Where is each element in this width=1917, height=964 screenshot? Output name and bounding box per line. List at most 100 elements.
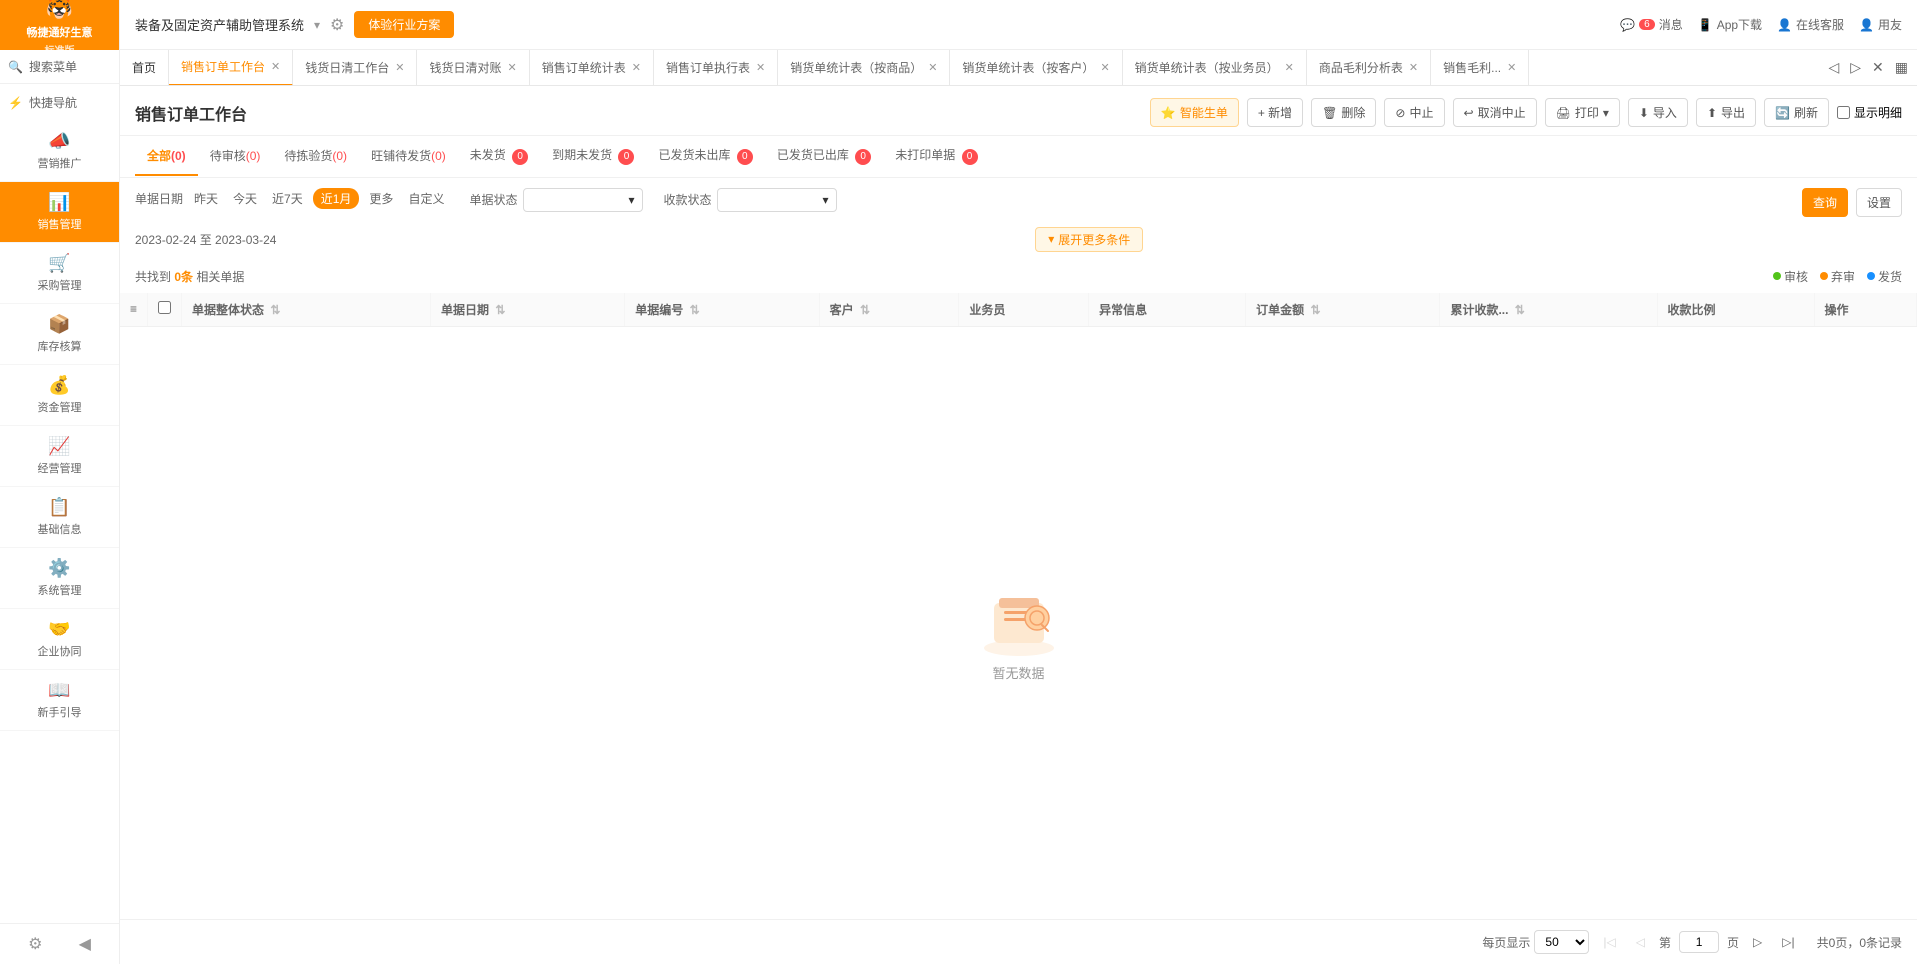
collapse-icon[interactable]: ◀ xyxy=(79,934,91,954)
tab-cash-reconcile[interactable]: 钱货日清对账 ✕ xyxy=(417,50,529,86)
sub-tab-all-label: 全部 xyxy=(147,149,171,163)
sidebar-item-operations[interactable]: 📈 经营管理 xyxy=(0,426,119,487)
app-download-item[interactable]: 📱 App下载 xyxy=(1698,16,1762,33)
cancel-stop-button[interactable]: ↩ 取消中止 xyxy=(1453,98,1537,127)
cancel-stop-icon: ↩ xyxy=(1464,106,1474,120)
show-detail-checkbox[interactable]: 显示明细 xyxy=(1837,104,1902,121)
quick-nav-label: 快捷导航 xyxy=(29,94,77,111)
tab-close-sales-workbench[interactable]: ✕ xyxy=(271,60,280,73)
tab-close-cash-reconcile[interactable]: ✕ xyxy=(508,61,517,74)
user-item[interactable]: 👤 用友 xyxy=(1859,16,1902,33)
sidebar-item-cooperation[interactable]: 🤝 企业协同 xyxy=(0,609,119,670)
per-page-selector: 每页显示 10 20 50 100 xyxy=(1482,930,1589,954)
next-page[interactable]: ▷ xyxy=(1747,932,1768,952)
online-service-item[interactable]: 👤 在线客服 xyxy=(1777,16,1844,33)
quick-nav[interactable]: ⚡ 快捷导航 xyxy=(0,84,119,121)
sub-tab-not-printed[interactable]: 未打印单据 0 xyxy=(883,136,989,177)
tab-sales-exec[interactable]: 销售订单执行表 ✕ xyxy=(654,50,778,86)
sub-tab-all[interactable]: 全部(0) xyxy=(135,137,198,176)
col-customer-sort[interactable]: ⇅ xyxy=(860,303,870,317)
show-detail-input[interactable] xyxy=(1837,106,1850,119)
col-status-sort[interactable]: ⇅ xyxy=(270,303,280,317)
message-item[interactable]: 💬 6 消息 xyxy=(1620,16,1683,33)
stop-button[interactable]: ⊘ 中止 xyxy=(1384,98,1444,127)
date-opt-1month[interactable]: 近1月 xyxy=(313,188,360,209)
date-opt-7days[interactable]: 近7天 xyxy=(267,188,308,209)
tab-sales-margin[interactable]: 销售毛利... ✕ xyxy=(1431,50,1529,86)
next-page-last[interactable]: ▷| xyxy=(1776,932,1800,952)
gear-icon[interactable]: ⚙ xyxy=(330,15,344,35)
tab-goods-stats[interactable]: 销货单统计表（按商品） ✕ xyxy=(778,50,950,86)
status-select[interactable]: ▾ xyxy=(523,188,643,212)
dropdown-arrow[interactable]: ▾ xyxy=(314,18,320,32)
sidebar-label-basics: 基础信息 xyxy=(38,521,82,537)
tab-close-sales-margin[interactable]: ✕ xyxy=(1507,61,1516,74)
export-icon: ⬆ xyxy=(1707,106,1717,120)
col-number-sort[interactable]: ⇅ xyxy=(690,303,700,317)
tab-margin-analysis[interactable]: 商品毛利分析表 ✕ xyxy=(1307,50,1431,86)
ship-action[interactable]: 发货 xyxy=(1867,268,1902,285)
tab-close-sales-stats[interactable]: ✕ xyxy=(632,61,641,74)
expand-conditions-btn[interactable]: ▾ 展开更多条件 xyxy=(1035,227,1143,252)
settings-icon[interactable]: ⚙ xyxy=(28,934,42,954)
export-button[interactable]: ⬆ 导出 xyxy=(1696,98,1756,127)
tab-close-staff-stats[interactable]: ✕ xyxy=(1285,61,1294,74)
audit-action[interactable]: 审核 xyxy=(1773,268,1808,285)
date-opt-custom[interactable]: 自定义 xyxy=(403,188,449,209)
industry-solution-button[interactable]: 体验行业方案 xyxy=(354,11,454,38)
sub-tab-shipped-out[interactable]: 已发货已出库 0 xyxy=(765,136,883,177)
tab-close-goods-stats[interactable]: ✕ xyxy=(928,61,937,74)
page-input[interactable] xyxy=(1679,931,1719,953)
col-amount-sort[interactable]: ⇅ xyxy=(1310,303,1320,317)
sidebar-item-finance[interactable]: 💰 资金管理 xyxy=(0,365,119,426)
payment-select[interactable]: ▾ xyxy=(717,188,837,212)
tab-close-customer-stats[interactable]: ✕ xyxy=(1100,61,1109,74)
sidebar-item-purchase[interactable]: 🛒 采购管理 xyxy=(0,243,119,304)
tab-customer-stats[interactable]: 销货单统计表（按客户） ✕ xyxy=(950,50,1122,86)
table-header-row: ≡ 单据整体状态 ⇅ 单据日期 ⇅ xyxy=(120,293,1917,327)
prev-page-first[interactable]: |◁ xyxy=(1597,932,1621,952)
tab-close-margin-analysis[interactable]: ✕ xyxy=(1409,61,1418,74)
tab-home[interactable]: 首页 xyxy=(120,50,169,86)
tab-close-all[interactable]: ✕ xyxy=(1868,57,1888,78)
refresh-button[interactable]: 🔄 刷新 xyxy=(1764,98,1829,127)
tab-staff-stats[interactable]: 销货单统计表（按业务员） ✕ xyxy=(1123,50,1307,86)
sub-tab-shipped-not-out[interactable]: 已发货未出库 0 xyxy=(646,136,764,177)
cancel-audit-action[interactable]: 弃审 xyxy=(1820,268,1855,285)
new-button[interactable]: + 新增 xyxy=(1247,98,1303,127)
delete-button[interactable]: 🗑 删除 xyxy=(1311,98,1376,127)
tab-scroll-right[interactable]: ▷ xyxy=(1846,57,1865,78)
sub-tab-pending-audit[interactable]: 待审核(0) xyxy=(198,137,273,176)
sub-tab-wangpu-ship[interactable]: 旺铺待发货(0) xyxy=(359,137,458,176)
search-button[interactable]: 查询 xyxy=(1802,188,1848,217)
tab-sales-workbench[interactable]: 销售订单工作台 ✕ xyxy=(169,50,293,86)
smart-create-button[interactable]: ⭐ 智能生单 xyxy=(1150,98,1239,127)
sidebar-item-inventory[interactable]: 📦 库存核算 xyxy=(0,304,119,365)
date-opt-yesterday[interactable]: 昨天 xyxy=(189,188,223,209)
import-button[interactable]: ⬇ 导入 xyxy=(1628,98,1688,127)
tab-close-sales-exec[interactable]: ✕ xyxy=(756,61,765,74)
tab-close-cash-daily[interactable]: ✕ xyxy=(395,61,404,74)
sidebar-item-sales[interactable]: 📊 销售管理 xyxy=(0,182,119,243)
select-all-checkbox[interactable] xyxy=(158,301,171,314)
date-opt-more[interactable]: 更多 xyxy=(364,188,398,209)
tab-menu[interactable]: ▦ xyxy=(1891,57,1912,78)
phone-icon: 📱 xyxy=(1698,18,1713,32)
per-page-select[interactable]: 10 20 50 100 xyxy=(1534,930,1589,954)
sidebar-item-system[interactable]: ⚙️ 系统管理 xyxy=(0,548,119,609)
sub-tab-overdue-ship[interactable]: 到期未发货 0 xyxy=(540,136,646,177)
col-payment-sort[interactable]: ⇅ xyxy=(1515,303,1525,317)
setting-button[interactable]: 设置 xyxy=(1856,188,1902,217)
tab-sales-stats[interactable]: 销售订单统计表 ✕ xyxy=(530,50,654,86)
sidebar-item-basics[interactable]: 📋 基础信息 xyxy=(0,487,119,548)
sub-tab-not-shipped[interactable]: 未发货 0 xyxy=(458,136,540,177)
col-date-sort[interactable]: ⇅ xyxy=(495,303,505,317)
tab-scroll-left[interactable]: ◁ xyxy=(1824,57,1843,78)
tab-cash-daily[interactable]: 钱货日清工作台 ✕ xyxy=(293,50,417,86)
sub-tab-pending-pick[interactable]: 待拣验货(0) xyxy=(272,137,359,176)
sidebar-item-guide[interactable]: 📖 新手引导 xyxy=(0,670,119,731)
prev-page[interactable]: ◁ xyxy=(1630,932,1651,952)
print-button[interactable]: 🖨 打印 ▾ xyxy=(1545,98,1620,127)
sidebar-item-marketing[interactable]: 📣 营销推广 xyxy=(0,121,119,182)
date-opt-today[interactable]: 今天 xyxy=(228,188,262,209)
